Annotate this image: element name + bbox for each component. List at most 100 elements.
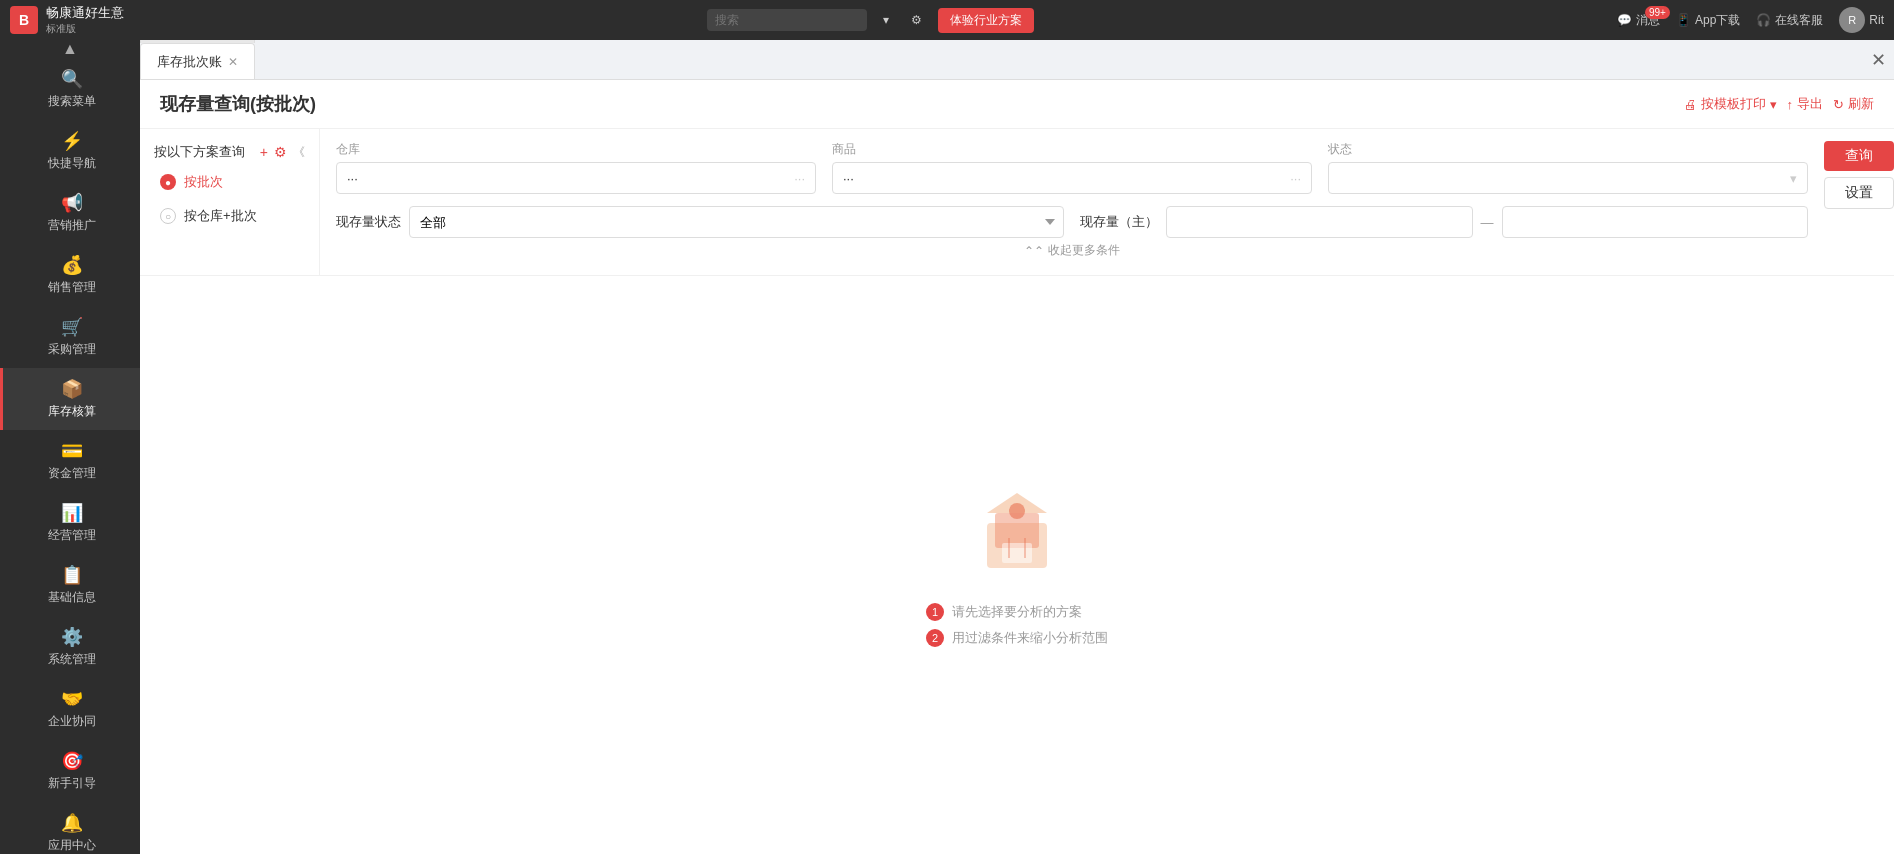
scheme-item-warehouse-batch[interactable]: ○ 按仓库+批次 xyxy=(140,199,319,233)
scheme-items: ● 按批次 ○ 按仓库+批次 xyxy=(140,165,319,233)
search-icon: 🔍 xyxy=(61,68,83,90)
sales-icon: 💰 xyxy=(61,254,83,276)
sidebar-item-inventory[interactable]: 📦 库存核算 xyxy=(0,368,140,430)
tab-inventory-batch[interactable]: 库存批次账 ✕ xyxy=(140,43,255,79)
scheme-settings-btn[interactable]: ⚙ xyxy=(274,144,287,160)
warehouse-input[interactable]: ··· ··· xyxy=(336,162,816,194)
sidebar-label-sales: 销售管理 xyxy=(48,279,96,296)
system-icon: ⚙️ xyxy=(61,626,83,648)
collapse-label: 收起更多条件 xyxy=(1048,242,1120,259)
tab-bar-right: ✕ xyxy=(1871,40,1894,80)
message-icon: 💬 xyxy=(1617,13,1632,27)
user-menu[interactable]: R Rit xyxy=(1839,7,1884,33)
inventory-qty-max[interactable] xyxy=(1502,206,1809,238)
sidebar-item-operation[interactable]: 📊 经营管理 xyxy=(0,492,140,554)
dropdown-btn[interactable]: ▾ xyxy=(877,11,895,29)
close-panel-btn[interactable]: ✕ xyxy=(1871,49,1886,71)
empty-state: 1 请先选择要分析的方案 2 用过滤条件来缩小分析范围 xyxy=(140,276,1894,854)
filter-right: 仓库 ··· ··· 商品 ··· ··· xyxy=(320,129,1894,275)
page-title-bar: 现存量查询(按批次) 🖨 按模板打印 ▾ ↑ 导出 ↻ 刷新 xyxy=(140,80,1894,129)
sidebar-item-enterprise[interactable]: 🤝 企业协同 xyxy=(0,678,140,740)
header-left: B 畅康通好生意 标准版 xyxy=(10,4,124,36)
sidebar-label-finance: 资金管理 xyxy=(48,465,96,482)
scroll-up-btn[interactable]: ▲ xyxy=(0,40,140,58)
status-chevron-icon: ▾ xyxy=(1790,171,1797,186)
marketing-icon: 📢 xyxy=(61,192,83,214)
qty-dash: — xyxy=(1481,215,1494,230)
scheme-panel-actions: + ⚙ 《 xyxy=(260,144,305,161)
scheme-item-batch[interactable]: ● 按批次 xyxy=(140,165,319,199)
trial-btn[interactable]: 体验行业方案 xyxy=(938,8,1034,33)
sidebar-label-marketing: 营销推广 xyxy=(48,217,96,234)
product-field: 商品 ··· ··· xyxy=(832,141,1312,194)
product-label: 商品 xyxy=(832,141,1312,158)
tab-label-inventory-batch: 库存批次账 xyxy=(157,53,222,71)
empty-tip-2: 2 用过滤条件来缩小分析范围 xyxy=(926,629,1108,647)
sidebar-label-inventory: 库存核算 xyxy=(48,403,96,420)
tip-num-2: 2 xyxy=(926,629,944,647)
collapse-row[interactable]: ⌃⌃ 收起更多条件 xyxy=(336,238,1808,263)
scheme-add-btn[interactable]: + xyxy=(260,144,268,160)
operation-icon: 📊 xyxy=(61,502,83,524)
refresh-btn[interactable]: ↻ 刷新 xyxy=(1833,95,1874,113)
warehouse-expand-icon: ··· xyxy=(794,171,805,186)
refresh-label: 刷新 xyxy=(1848,95,1874,113)
tip-num-1: 1 xyxy=(926,603,944,621)
scheme-dot-batch: ● xyxy=(160,174,176,190)
sidebar-item-finance[interactable]: 💳 资金管理 xyxy=(0,430,140,492)
scheme-collapse-btn[interactable]: 《 xyxy=(293,144,305,161)
sidebar-label-purchase: 采购管理 xyxy=(48,341,96,358)
title-actions: 🖨 按模板打印 ▾ ↑ 导出 ↻ 刷新 xyxy=(1684,95,1875,113)
sidebar-item-purchase[interactable]: 🛒 采购管理 xyxy=(0,306,140,368)
filter-row-1: 仓库 ··· ··· 商品 ··· ··· xyxy=(336,141,1808,194)
sidebar-label-operation: 经营管理 xyxy=(48,527,96,544)
sidebar-item-appstore[interactable]: 🔔 应用中心 xyxy=(0,802,140,854)
chevron-up-icon: ⌃⌃ xyxy=(1024,244,1044,258)
product-input[interactable]: ··· ··· xyxy=(832,162,1312,194)
export-icon: ↑ xyxy=(1787,97,1794,112)
tab-close-inventory-batch[interactable]: ✕ xyxy=(228,56,238,68)
avatar: R xyxy=(1839,7,1865,33)
shortcut-icon: ⚡ xyxy=(61,130,83,152)
header-center: ▾ ⚙ 体验行业方案 xyxy=(707,8,1034,33)
tip-text-1: 请先选择要分析的方案 xyxy=(952,603,1082,621)
filter-settings-btn[interactable]: 设置 xyxy=(1824,177,1894,209)
appstore-icon: 🔔 xyxy=(61,812,83,834)
scheme-panel-title-label: 按以下方案查询 xyxy=(154,143,245,161)
inventory-qty-min[interactable] xyxy=(1166,206,1473,238)
print-icon: 🖨 xyxy=(1684,97,1697,112)
sidebar-label-basic: 基础信息 xyxy=(48,589,96,606)
filter-section: 按以下方案查询 + ⚙ 《 ● 按批次 ○ 按仓库+批次 xyxy=(140,129,1894,276)
service-icon: 🎧 xyxy=(1756,13,1771,27)
svg-rect-4 xyxy=(1002,543,1032,563)
page-content: 现存量查询(按批次) 🖨 按模板打印 ▾ ↑ 导出 ↻ 刷新 xyxy=(140,80,1894,854)
app-logo: B xyxy=(10,6,38,34)
scheme-dot-warehouse-batch: ○ xyxy=(160,208,176,224)
warehouse-label: 仓库 xyxy=(336,141,816,158)
query-btn[interactable]: 查询 xyxy=(1824,141,1894,171)
settings-btn[interactable]: ⚙ xyxy=(905,11,928,29)
sidebar-item-search[interactable]: 🔍 搜索菜单 xyxy=(0,58,140,120)
print-dropdown-icon: ▾ xyxy=(1770,97,1777,112)
sidebar-items: 🔍 搜索菜单 ⚡ 快捷导航 📢 营销推广 💰 销售管理 🛒 采购管理 📦 库存核… xyxy=(0,58,140,854)
download-icon: 📱 xyxy=(1676,13,1691,27)
messages-btn[interactable]: 💬 消息 99+ xyxy=(1617,12,1660,29)
app-name: 畅康通好生意 xyxy=(46,4,124,22)
sidebar-item-system[interactable]: ⚙️ 系统管理 xyxy=(0,616,140,678)
app-download-btn[interactable]: 📱 App下载 xyxy=(1676,12,1740,29)
status-input[interactable]: ▾ xyxy=(1328,162,1808,194)
search-input[interactable] xyxy=(707,9,867,31)
print-btn[interactable]: 🖨 按模板打印 ▾ xyxy=(1684,95,1777,113)
sidebar: ▲ 🔍 搜索菜单 ⚡ 快捷导航 📢 营销推广 💰 销售管理 🛒 采购管理 📦 库… xyxy=(0,40,140,854)
finance-icon: 💳 xyxy=(61,440,83,462)
export-btn[interactable]: ↑ 导出 xyxy=(1787,95,1824,113)
sidebar-item-guide[interactable]: 🎯 新手引导 xyxy=(0,740,140,802)
sidebar-item-shortcut[interactable]: ⚡ 快捷导航 xyxy=(0,120,140,182)
sidebar-item-basic[interactable]: 📋 基础信息 xyxy=(0,554,140,616)
inventory-status-select[interactable]: 全部 xyxy=(409,206,1064,238)
inventory-status-label: 现存量状态 xyxy=(336,213,401,231)
sidebar-item-sales[interactable]: 💰 销售管理 xyxy=(0,244,140,306)
sidebar-item-marketing[interactable]: 📢 营销推广 xyxy=(0,182,140,244)
online-service-btn[interactable]: 🎧 在线客服 xyxy=(1756,12,1823,29)
content-area: 首页库存批次账✕ ✕ 现存量查询(按批次) 🖨 按模板打印 ▾ ↑ 导出 xyxy=(140,40,1894,854)
